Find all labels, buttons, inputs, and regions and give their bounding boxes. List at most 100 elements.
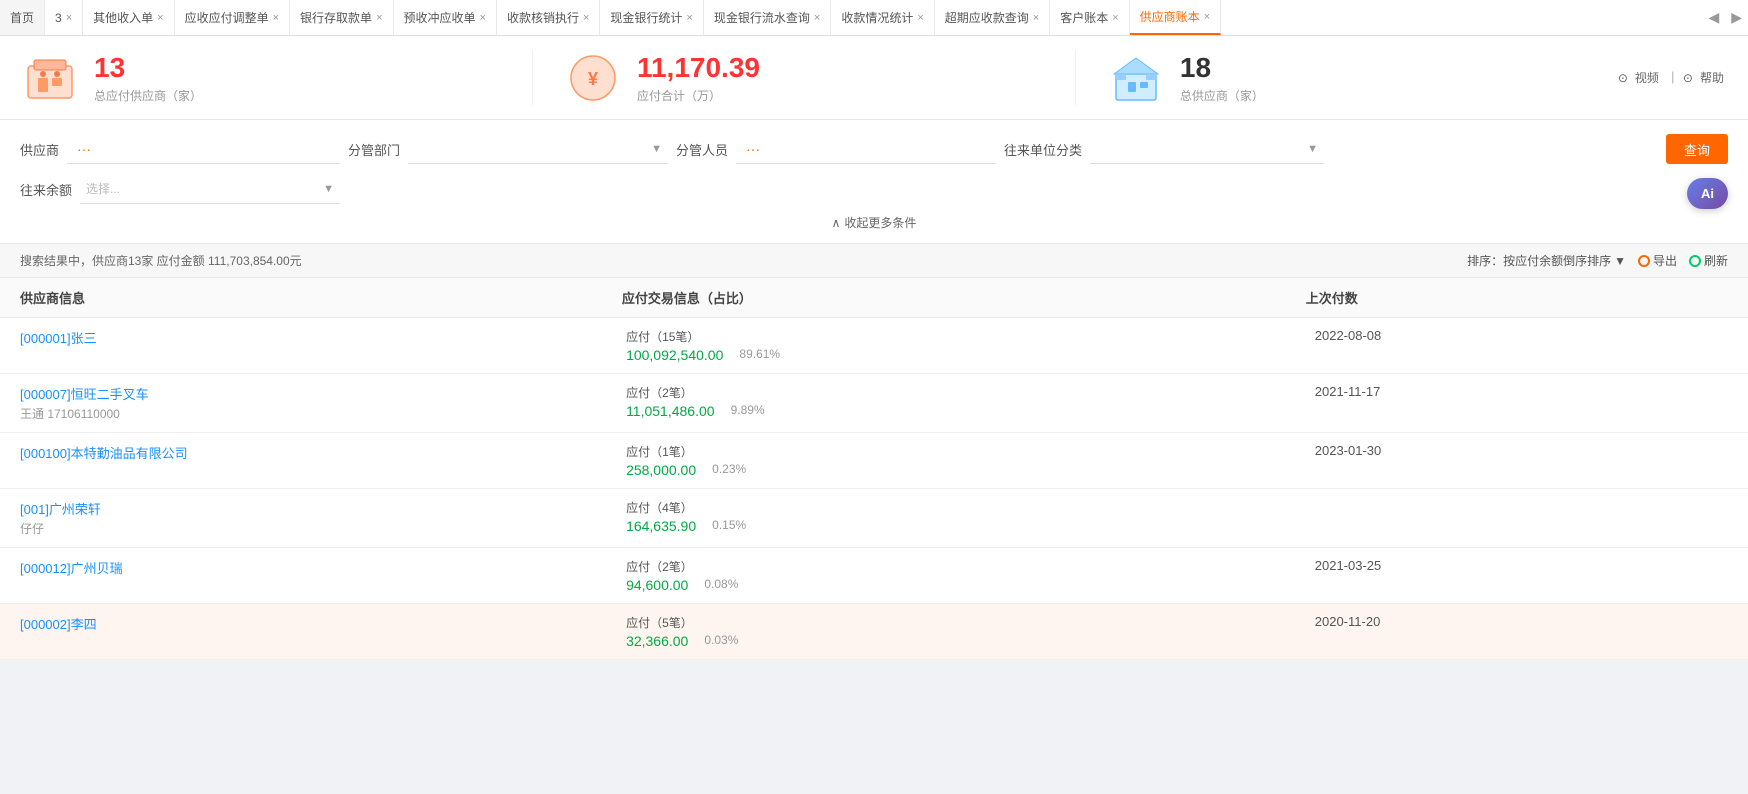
stat-card-payable-suppliers: 13 总应付供应商（家）: [20, 50, 533, 105]
trans-pct-4: 0.15%: [712, 518, 746, 534]
unit-class-select-btn[interactable]: ▼: [1090, 134, 1324, 164]
nav-bank-deposit[interactable]: 银行存取款单 ×: [290, 0, 393, 35]
person-ellipsis: ···: [746, 141, 760, 157]
video-link[interactable]: 视频: [1635, 69, 1659, 86]
nav-collection-stats[interactable]: 收款情况统计 ×: [831, 0, 934, 35]
close-collection-stats[interactable]: ×: [917, 12, 923, 24]
nav-home[interactable]: 首页: [0, 0, 45, 35]
close-supplier-account[interactable]: ×: [1204, 11, 1210, 23]
supplier-sub-4: 仔仔: [20, 520, 626, 537]
supplier-link-2[interactable]: [000007]恒旺二手叉车: [20, 387, 149, 402]
filter-supplier: 供应商 ···: [20, 134, 340, 164]
search-button[interactable]: 查询: [1666, 134, 1728, 164]
nav-arrows: ◀ ▶: [1702, 9, 1748, 26]
supplier-sub-2: 王通 17106110000: [20, 405, 626, 422]
lastpay-date-2: 2021-11-17: [1315, 384, 1381, 399]
stat-card-payable-total: ¥ 11,170.39 应付合计（万）: [533, 50, 1076, 105]
dept-select-btn[interactable]: ▼: [408, 134, 668, 164]
trans-label-6: 应付（5笔）: [626, 614, 1315, 631]
video-icon: ⊙: [1618, 71, 1628, 85]
supplier-link-5[interactable]: [000012]广州贝瑞: [20, 561, 123, 576]
nav-customer-account[interactable]: 客户账本 ×: [1050, 0, 1129, 35]
nav-prev-arrow[interactable]: ◀: [1702, 9, 1725, 26]
close-other-income[interactable]: ×: [157, 12, 163, 24]
nav-overdue-receivable[interactable]: 超期应收款查询 ×: [935, 0, 1050, 35]
table-row: [000012]广州贝瑞 应付（2笔） 94,600.00 0.08% 2021…: [0, 548, 1748, 604]
trans-amount-1[interactable]: 100,092,540.00: [626, 347, 723, 363]
table-header: 供应商信息 应付交易信息（占比） 上次付数: [0, 278, 1748, 318]
person-select-btn[interactable]: ···: [736, 134, 996, 164]
close-advance-collection[interactable]: ×: [480, 12, 486, 24]
stat-label-payable-suppliers: 总应付供应商（家）: [94, 87, 202, 104]
export-btn[interactable]: 导出: [1638, 252, 1677, 269]
svg-text:¥: ¥: [588, 69, 598, 89]
export-label: 导出: [1653, 252, 1677, 269]
filter-balance: 往来余额 选择... ▼: [20, 174, 340, 204]
nav-cash-bank-stats[interactable]: 现金银行统计 ×: [600, 0, 703, 35]
nav-bar: 首页 3 × 其他收入单 × 应收应付调整单 × 银行存取款单 × 预收冲应收单…: [0, 0, 1748, 36]
close-customer-account[interactable]: ×: [1112, 12, 1118, 24]
supplier-link-1[interactable]: [000001]张三: [20, 331, 97, 346]
collapse-icon: ∧: [832, 216, 841, 230]
nav-payable-adjust[interactable]: 应收应付调整单 ×: [175, 0, 290, 35]
stat-content-payable-total: 11,170.39 应付合计（万）: [637, 51, 760, 104]
trans-amount-2[interactable]: 11,051,486.00: [626, 403, 715, 419]
collapse-text: 收起更多条件: [844, 214, 916, 231]
lastpay-date-1: 2022-08-08: [1315, 328, 1382, 343]
close-payable-adjust[interactable]: ×: [273, 12, 279, 24]
supplier-link-6[interactable]: [000002]李四: [20, 617, 97, 632]
col-header-transaction: 应付交易信息（占比）: [622, 288, 1306, 307]
nav-cash-bank-flow[interactable]: 现金银行流水查询 ×: [704, 0, 831, 35]
nav-collection-verify[interactable]: 收款核销执行 ×: [497, 0, 600, 35]
close-tab1[interactable]: ×: [66, 12, 72, 24]
trans-amount-3[interactable]: 258,000.00: [626, 462, 696, 478]
filter-area: 供应商 ··· 分管部门 ▼ 分管人员 ··· 往来单位分类 ▼ 查询 往来: [0, 120, 1748, 244]
transaction-cell-5: 应付（2笔） 94,600.00 0.08%: [626, 558, 1315, 593]
lastpay-cell-2: 2021-11-17: [1315, 384, 1728, 399]
trans-amount-6[interactable]: 32,366.00: [626, 633, 688, 649]
close-cash-bank-stats[interactable]: ×: [686, 12, 692, 24]
nav-other-income[interactable]: 其他收入单 ×: [83, 0, 174, 35]
close-bank-deposit[interactable]: ×: [376, 12, 382, 24]
close-collection-verify[interactable]: ×: [583, 12, 589, 24]
nav-advance-collection[interactable]: 预收冲应收单 ×: [394, 0, 497, 35]
transaction-cell-6: 应付（5笔） 32,366.00 0.03%: [626, 614, 1315, 649]
trans-pct-5: 0.08%: [704, 577, 738, 593]
collapse-more-conditions-btn[interactable]: ∧ 收起更多条件: [20, 214, 1728, 231]
supplier-select-btn[interactable]: ···: [67, 134, 340, 164]
nav-next-arrow[interactable]: ▶: [1725, 9, 1748, 26]
filter-unit-class: 往来单位分类 ▼: [1004, 134, 1324, 164]
close-overdue-receivable[interactable]: ×: [1033, 12, 1039, 24]
trans-pct-1: 89.61%: [739, 347, 780, 363]
refresh-btn[interactable]: 刷新: [1689, 252, 1728, 269]
help-link[interactable]: 帮助: [1700, 69, 1724, 86]
supplier-link-4[interactable]: [001]广州荣轩: [20, 502, 101, 517]
supplier-cell-3: [000100]本特勤油品有限公司: [20, 443, 626, 462]
lastpay-date-5: 2021-03-25: [1315, 558, 1382, 573]
supplier-link-3[interactable]: [000100]本特勤油品有限公司: [20, 446, 188, 461]
col-header-lastpay: 上次付数: [1306, 288, 1716, 307]
balance-filter-label: 往来余额: [20, 180, 72, 199]
balance-select-btn[interactable]: 选择... ▼: [80, 174, 340, 204]
ai-floating-button[interactable]: Ai: [1687, 178, 1728, 209]
dept-arrow-icon: ▼: [651, 143, 662, 155]
trans-label-3: 应付（1笔）: [626, 443, 1315, 460]
lastpay-cell-3: 2023-01-30: [1315, 443, 1728, 458]
table-row: [000007]恒旺二手叉车 王通 17106110000 应付（2笔） 11,…: [0, 374, 1748, 433]
transaction-cell-2: 应付（2笔） 11,051,486.00 9.89%: [626, 384, 1315, 419]
unit-class-arrow-icon: ▼: [1307, 143, 1318, 155]
sort-arrow-icon: ▼: [1614, 254, 1626, 268]
stat-value-payable-suppliers: 13: [94, 51, 202, 85]
refresh-icon: [1689, 255, 1701, 267]
nav-tab1[interactable]: 3 ×: [45, 0, 83, 35]
stat-label-total-suppliers: 总供应商（家）: [1180, 87, 1264, 104]
nav-supplier-account[interactable]: 供应商账本 ×: [1130, 0, 1221, 35]
table-container: 供应商信息 应付交易信息（占比） 上次付数 [000001]张三 应付（15笔）…: [0, 278, 1748, 660]
trans-amount-5[interactable]: 94,600.00: [626, 577, 688, 593]
table-row: [001]广州荣轩 仔仔 应付（4笔） 164,635.90 0.15%: [0, 489, 1748, 548]
trans-amount-4[interactable]: 164,635.90: [626, 518, 696, 534]
transaction-cell-4: 应付（4笔） 164,635.90 0.15%: [626, 499, 1315, 534]
table-row: [000002]李四 应付（5笔） 32,366.00 0.03% 2020-1…: [0, 604, 1748, 660]
sort-select[interactable]: 排序：按应付余额倒序排序 ▼: [1467, 252, 1626, 269]
close-cash-bank-flow[interactable]: ×: [814, 12, 820, 24]
